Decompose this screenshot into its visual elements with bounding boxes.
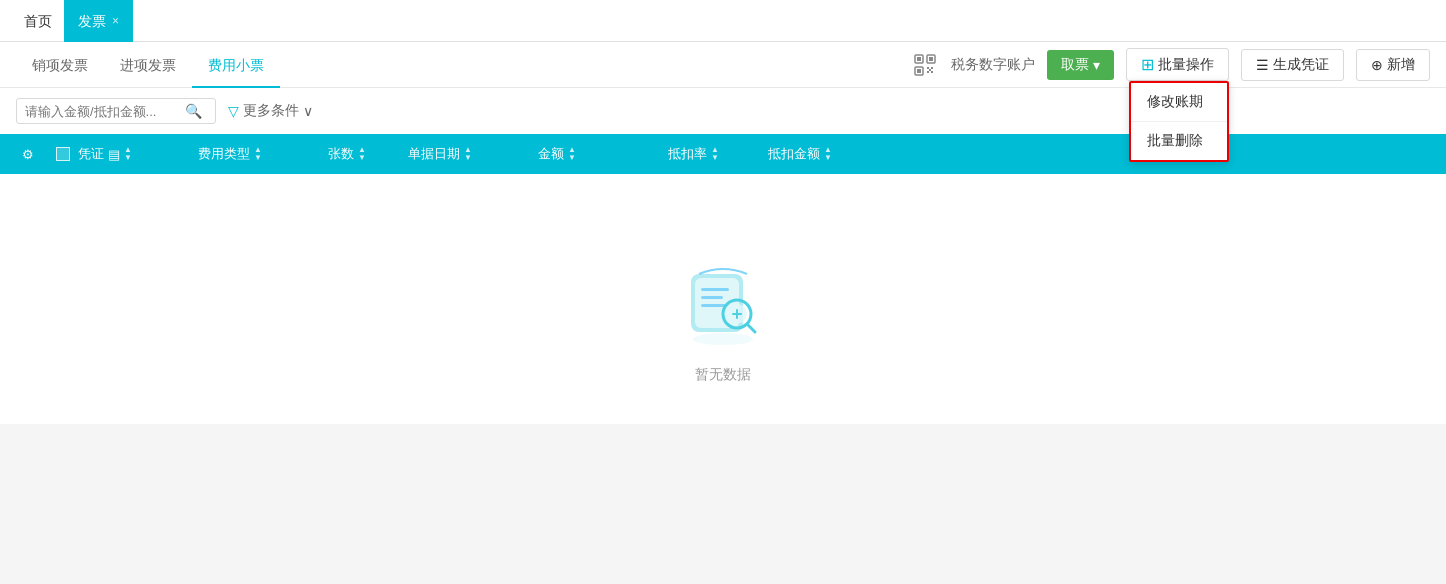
batch-icon: ⊞ <box>1141 55 1154 74</box>
search-icon[interactable]: 🔍 <box>185 103 202 119</box>
amount-label: 金额 <box>538 145 564 163</box>
deduct-sort-icon[interactable]: ▲▼ <box>824 146 832 162</box>
batch-dropdown-menu: 修改账期 批量删除 <box>1129 81 1229 162</box>
th-date[interactable]: 单据日期 ▲▼ <box>408 145 538 163</box>
th-count[interactable]: 张数 ▲▼ <box>328 145 408 163</box>
table-header: ⚙ 凭证 ▤ ▲▼ 费用类型 ▲▼ 张数 ▲▼ 单据日期 ▲▼ 金额 ▲▼ 抵扣… <box>0 134 1446 174</box>
header-checkbox[interactable] <box>56 147 70 161</box>
svg-rect-10 <box>929 69 931 71</box>
empty-state-icon <box>673 254 773 354</box>
generate-voucher-button[interactable]: ☰ 生成凭证 <box>1241 49 1344 81</box>
svg-rect-7 <box>931 67 933 69</box>
more-conditions-chevron-icon: ∨ <box>303 103 313 119</box>
svg-rect-15 <box>701 296 723 299</box>
generate-icon: ☰ <box>1256 57 1269 73</box>
count-sort-icon[interactable]: ▲▼ <box>358 146 366 162</box>
filter-icon: ▽ <box>228 103 239 119</box>
top-nav: 首页 发票 × <box>0 0 1446 42</box>
th-deduct-amount[interactable]: 抵扣金额 ▲▼ <box>768 145 898 163</box>
svg-rect-3 <box>929 57 933 61</box>
svg-rect-1 <box>917 57 921 61</box>
th-voucher[interactable]: 凭证 ▤ ▲▼ <box>78 145 198 163</box>
voucher-label: 凭证 <box>78 145 104 163</box>
expense-type-label: 费用类型 <box>198 145 250 163</box>
dropdown-item-modify-period[interactable]: 修改账期 <box>1131 83 1227 121</box>
more-conditions-label: 更多条件 <box>243 102 299 120</box>
voucher-filter-icon: ▤ <box>108 147 120 162</box>
sub-nav: 销项发票 进项发票 费用小票 税务数字账户 取票 ▾ <box>0 42 1446 88</box>
svg-rect-5 <box>917 69 921 73</box>
tax-account-link[interactable]: 税务数字账户 <box>951 56 1035 74</box>
th-checkbox[interactable] <box>48 147 78 161</box>
sub-nav-left: 销项发票 进项发票 费用小票 <box>16 42 280 88</box>
settings-icon[interactable]: ⚙ <box>22 147 34 162</box>
add-button[interactable]: ⊕ 新增 <box>1356 49 1430 81</box>
generate-label: 生成凭证 <box>1273 56 1329 74</box>
svg-line-19 <box>747 324 755 332</box>
search-input[interactable] <box>25 104 185 119</box>
nav-tab-invoice[interactable]: 发票 × <box>64 0 133 42</box>
date-label: 单据日期 <box>408 145 460 163</box>
tab-input-invoice[interactable]: 进项发票 <box>104 42 192 88</box>
th-amount[interactable]: 金额 ▲▼ <box>538 145 668 163</box>
voucher-sort-icon[interactable]: ▲▼ <box>124 146 132 162</box>
svg-rect-16 <box>701 304 726 307</box>
batch-button-wrapper: ⊞ 批量操作 修改账期 批量删除 <box>1126 48 1229 81</box>
svg-point-11 <box>693 333 753 345</box>
nav-tab-label: 发票 <box>78 0 106 42</box>
qr-code-icon[interactable] <box>911 51 939 79</box>
filter-bar: 🔍 ▽ 更多条件 ∨ <box>0 88 1446 134</box>
date-sort-icon[interactable]: ▲▼ <box>464 146 472 162</box>
th-rate[interactable]: 抵扣率 ▲▼ <box>668 145 768 163</box>
th-expense-type[interactable]: 费用类型 ▲▼ <box>198 145 328 163</box>
svg-rect-14 <box>701 288 729 291</box>
empty-state: 暂无数据 <box>0 174 1446 424</box>
th-settings[interactable]: ⚙ <box>8 147 48 162</box>
add-label: 新增 <box>1387 56 1415 74</box>
search-wrap: 🔍 <box>16 98 216 124</box>
rate-sort-icon[interactable]: ▲▼ <box>711 146 719 162</box>
count-label: 张数 <box>328 145 354 163</box>
svg-rect-9 <box>931 71 933 73</box>
dropdown-item-batch-delete[interactable]: 批量删除 <box>1131 121 1227 160</box>
take-label: 取票 <box>1061 56 1089 74</box>
expense-sort-icon[interactable]: ▲▼ <box>254 146 262 162</box>
batch-label: 批量操作 <box>1158 56 1214 74</box>
svg-rect-8 <box>927 71 929 73</box>
nav-home[interactable]: 首页 <box>12 0 64 42</box>
batch-operation-button[interactable]: ⊞ 批量操作 <box>1126 48 1229 81</box>
add-icon: ⊕ <box>1371 57 1383 73</box>
close-icon[interactable]: × <box>112 0 119 42</box>
rate-label: 抵扣率 <box>668 145 707 163</box>
tab-expense-ticket[interactable]: 费用小票 <box>192 42 280 88</box>
tab-sales-invoice[interactable]: 销项发票 <box>16 42 104 88</box>
deduct-label: 抵扣金额 <box>768 145 820 163</box>
take-arrow-icon: ▾ <box>1093 57 1100 73</box>
sub-nav-right: 税务数字账户 取票 ▾ ⊞ 批量操作 修改账期 批量删除 ☰ 生成凭证 ⊕ 新增 <box>911 48 1430 81</box>
take-ticket-button[interactable]: 取票 ▾ <box>1047 50 1114 80</box>
svg-rect-6 <box>927 67 929 69</box>
more-conditions-button[interactable]: ▽ 更多条件 ∨ <box>228 102 313 120</box>
empty-state-text: 暂无数据 <box>695 366 751 384</box>
amount-sort-icon[interactable]: ▲▼ <box>568 146 576 162</box>
